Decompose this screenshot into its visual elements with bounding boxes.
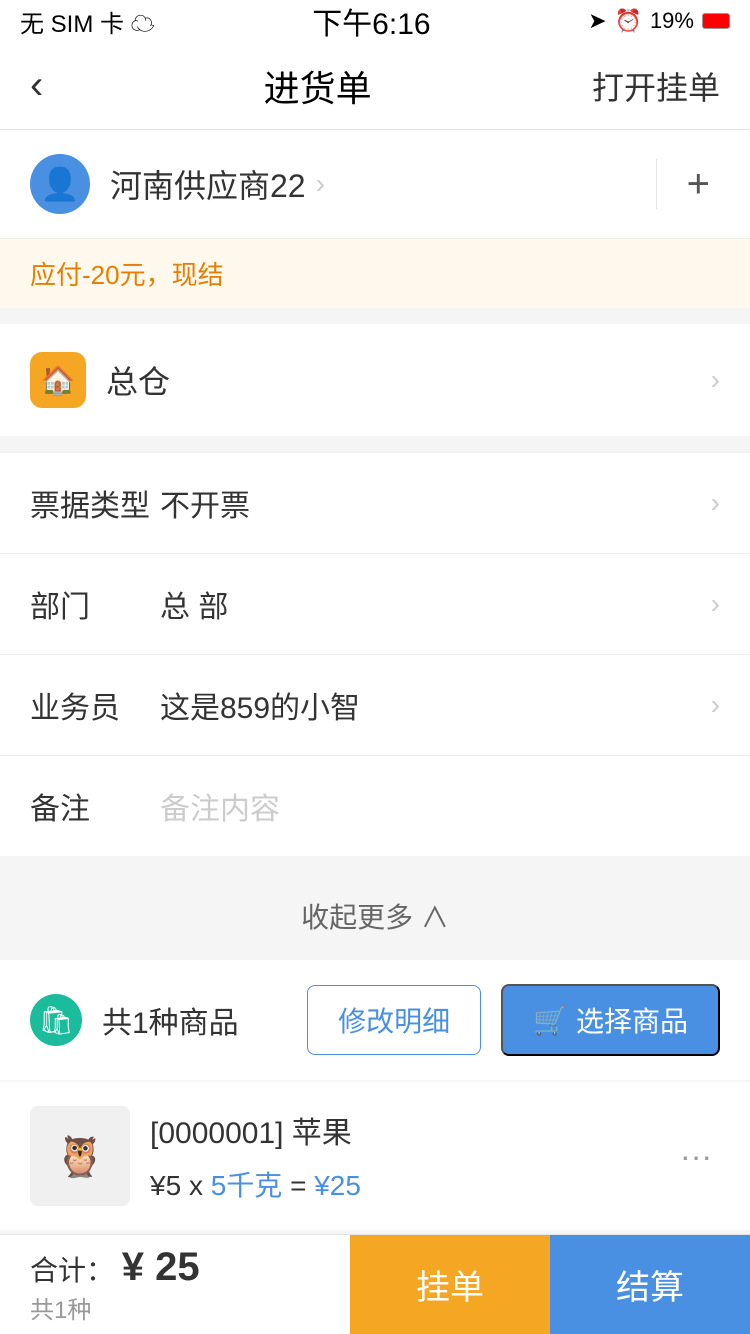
footer-total: 合计： ¥ 25 共1种	[0, 1245, 350, 1325]
product-price: ¥5 x 5千克 = ¥25	[150, 1164, 652, 1204]
total-label: 合计：	[30, 1255, 114, 1286]
add-supplier-button[interactable]: +	[677, 162, 720, 207]
navigation-icon: ➤	[588, 8, 606, 34]
checkout-button[interactable]: 结算	[550, 1235, 750, 1334]
product-more-button[interactable]: ···	[672, 1138, 720, 1175]
supplier-section: 👤 河南供应商22 › + 应付-20元，现结	[0, 130, 750, 308]
invoice-type-row[interactable]: 票据类型 不开票 ›	[0, 452, 750, 553]
supplier-alert: 应付-20元，现结	[0, 239, 750, 308]
invoice-type-value: 不开票	[160, 481, 701, 525]
invoice-type-label: 票据类型	[30, 481, 160, 525]
supplier-info: 👤 河南供应商22 ›	[30, 154, 636, 214]
total-amount: ¥ 25	[122, 1245, 200, 1289]
salesperson-label: 业务员	[30, 683, 160, 727]
chevron-right-icon: ›	[711, 588, 720, 620]
warehouse-section: 🏠 总仓 ›	[0, 324, 750, 436]
form-section: 票据类型 不开票 › 部门 总 部 › 业务员 这是859的小智 › 备注 备注…	[0, 452, 750, 856]
warehouse-row[interactable]: 🏠 总仓 ›	[0, 324, 750, 436]
status-bar: 无 SIM 卡 ☁ 下午6:16 ➤ ⏰ 19%	[0, 0, 750, 42]
supplier-name: 河南供应商22	[110, 161, 306, 207]
page-title: 进货单	[264, 60, 372, 112]
salesperson-value: 这是859的小智	[160, 683, 701, 727]
home-icon: 🏠	[41, 364, 76, 397]
avatar-icon: 👤	[40, 165, 80, 203]
supplier-row[interactable]: 👤 河南供应商22 › +	[0, 130, 750, 239]
chevron-right-icon: ›	[711, 487, 720, 519]
checkout-label: 结算	[616, 1260, 684, 1309]
department-value: 总 部	[160, 582, 701, 626]
signal-text: 无 SIM 卡 ☁	[20, 4, 155, 39]
collapse-label: 收起更多 ∧	[301, 902, 449, 933]
remark-label: 备注	[30, 784, 160, 828]
department-row[interactable]: 部门 总 部 ›	[0, 553, 750, 654]
remark-row[interactable]: 备注 备注内容	[0, 755, 750, 856]
product-name: [0000001] 苹果	[150, 1108, 652, 1152]
warehouse-name: 总仓	[106, 357, 701, 403]
total-count: 共1种	[30, 1290, 320, 1325]
main-content: 👤 河南供应商22 › + 应付-20元，现结 🏠 总仓 › 票据类型 不开票 …	[0, 130, 750, 1330]
collapse-button[interactable]: 收起更多 ∧	[0, 872, 750, 960]
equals-symbol: =	[290, 1170, 306, 1201]
product-count-icon: 🛍	[30, 994, 82, 1046]
cart-icon: 🛒	[533, 1004, 568, 1037]
nav-bar: ‹ 进货单 打开挂单	[0, 42, 750, 130]
product-image-placeholder: 🦉	[55, 1133, 105, 1180]
product-count-text: 共1种商品	[102, 998, 287, 1042]
select-product-button[interactable]: 🛒 选择商品	[501, 984, 720, 1056]
select-product-label: 选择商品	[576, 1000, 688, 1040]
edit-detail-button[interactable]: 修改明细	[307, 985, 481, 1055]
department-label: 部门	[30, 582, 160, 626]
back-button[interactable]: ‹	[30, 63, 43, 108]
product-info: [0000001] 苹果 ¥5 x 5千克 = ¥25	[150, 1108, 652, 1204]
status-bar-left: 无 SIM 卡 ☁	[20, 4, 155, 39]
multiply-symbol: x	[189, 1170, 203, 1201]
product-thumbnail: 🦉	[30, 1106, 130, 1206]
footer: 合计： ¥ 25 共1种 挂单 结算	[0, 1234, 750, 1334]
chevron-right-icon: ›	[316, 168, 325, 200]
chevron-right-icon: ›	[711, 364, 720, 396]
footer-total-row: 合计： ¥ 25	[30, 1245, 320, 1290]
open-pending-button[interactable]: 打开挂单	[592, 63, 720, 109]
battery-text: 19%	[650, 8, 694, 34]
unit-price: ¥5	[150, 1170, 181, 1201]
product-item: 🦉 [0000001] 苹果 ¥5 x 5千克 = ¥25 ···	[0, 1082, 750, 1230]
bag-icon: 🛍	[38, 1004, 74, 1037]
pending-label: 挂单	[416, 1260, 484, 1309]
status-bar-right: ➤ ⏰ 19%	[588, 8, 730, 34]
status-bar-time: 下午6:16	[312, 0, 430, 43]
warehouse-icon: 🏠	[30, 352, 86, 408]
item-total: ¥25	[314, 1170, 361, 1201]
supplier-avatar: 👤	[30, 154, 90, 214]
divider	[656, 159, 657, 209]
quantity: 5千克	[211, 1170, 283, 1201]
remark-placeholder: 备注内容	[160, 784, 720, 828]
pending-button[interactable]: 挂单	[350, 1235, 550, 1334]
battery-icon	[702, 13, 730, 29]
alarm-icon: ⏰	[615, 8, 642, 34]
chevron-right-icon: ›	[711, 689, 720, 721]
salesperson-row[interactable]: 业务员 这是859的小智 ›	[0, 654, 750, 755]
product-header: 🛍 共1种商品 修改明细 🛒 选择商品	[0, 960, 750, 1080]
